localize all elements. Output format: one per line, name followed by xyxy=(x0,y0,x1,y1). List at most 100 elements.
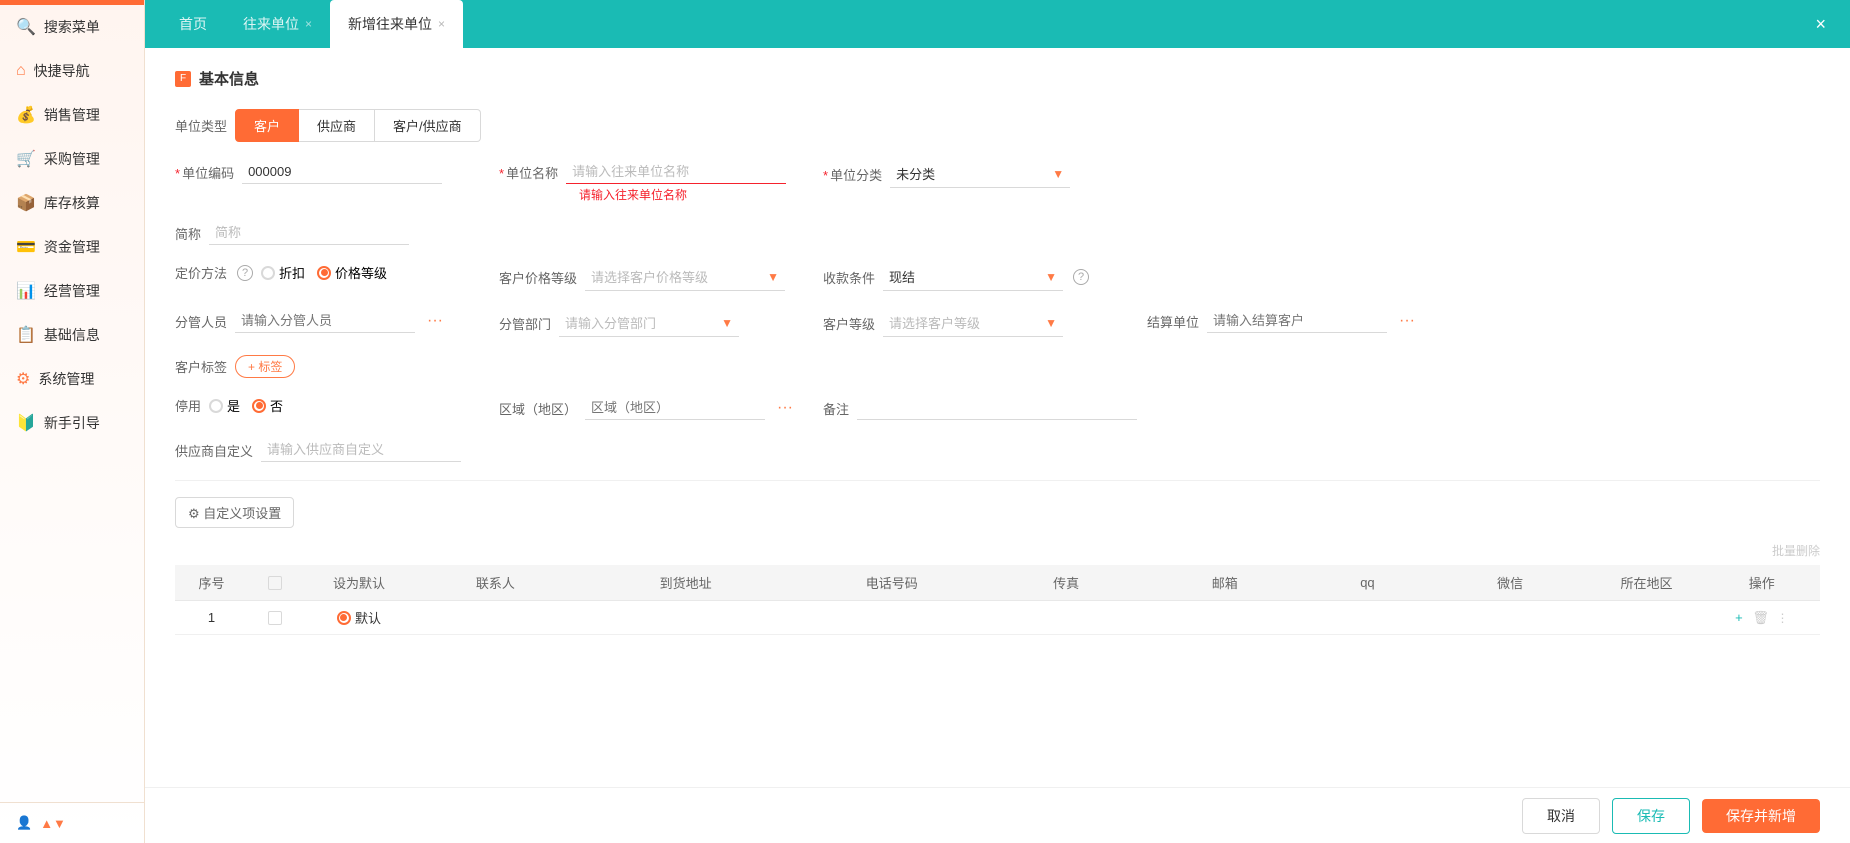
section-icon: F xyxy=(175,71,191,87)
cell-default: 默认 xyxy=(302,601,416,635)
disabled-yes-radio[interactable] xyxy=(209,399,223,413)
col-qq: qq xyxy=(1304,565,1431,601)
cell-address[interactable] xyxy=(575,601,797,635)
unit-type-buttons: 客户 供应商 客户/供应商 xyxy=(235,109,481,142)
batch-delete-button[interactable]: 批量删除 xyxy=(1772,544,1820,558)
cell-email[interactable] xyxy=(1145,601,1304,635)
sidebar-item-purchase[interactable]: 🛒 采购管理 xyxy=(0,137,144,181)
save-button[interactable]: 保存 xyxy=(1612,798,1690,834)
default-radio[interactable] xyxy=(337,611,351,625)
cancel-button[interactable]: 取消 xyxy=(1522,798,1600,834)
col-action: 操作 xyxy=(1704,565,1820,601)
sidebar-item-label: 采购管理 xyxy=(44,149,100,169)
tabbar-close-all[interactable]: × xyxy=(1807,10,1834,39)
contact-input[interactable] xyxy=(455,610,535,625)
cell-contact[interactable] xyxy=(416,601,575,635)
sidebar-item-guide[interactable]: 🔰 新手引导 xyxy=(0,401,144,445)
unit-name-label: 单位名称 xyxy=(499,163,558,182)
cell-qq[interactable] xyxy=(1304,601,1431,635)
unit-btn-supplier[interactable]: 供应商 xyxy=(299,109,375,142)
region-dots[interactable]: ··· xyxy=(773,399,797,417)
manager-input[interactable] xyxy=(235,309,423,332)
remark-input[interactable] xyxy=(857,396,1137,420)
default-radio-item[interactable]: 默认 xyxy=(312,608,406,627)
cell-fax[interactable] xyxy=(987,601,1146,635)
settlement-unit-input[interactable] xyxy=(1207,309,1395,332)
sidebar-item-system[interactable]: ⚙ 系统管理 xyxy=(0,357,144,401)
disabled-yes[interactable]: 是 xyxy=(209,396,240,415)
pricing-discount-radio[interactable] xyxy=(261,266,275,280)
main-area: 首页 往来单位 × 新增往来单位 × × F 基本信息 单位类型 客户 供应商 … xyxy=(145,0,1850,843)
unit-info-row: 单位编码 单位名称 请输入往来单位名称 单位分类 未分类 ▼ xyxy=(175,160,1820,203)
sidebar: 🔍 搜索菜单 ⌂ 快捷导航 💰 销售管理 🛒 采购管理 📦 库存核算 💳 资金管… xyxy=(0,0,145,843)
sidebar-item-label: 基础信息 xyxy=(44,325,100,345)
abbreviation-row: 简称 xyxy=(175,221,1820,245)
row-drag-btn[interactable]: ⋮ xyxy=(1776,611,1788,625)
cell-wechat[interactable] xyxy=(1431,601,1590,635)
wechat-input[interactable] xyxy=(1470,610,1550,625)
abbreviation-group: 简称 xyxy=(175,221,475,245)
tab-partner-close[interactable]: × xyxy=(305,17,312,31)
sidebar-item-sales[interactable]: 💰 销售管理 xyxy=(0,93,144,137)
pricing-price-level-radio[interactable] xyxy=(317,266,331,280)
sidebar-item-finance[interactable]: 💳 资金管理 xyxy=(0,225,144,269)
tab-new-partner[interactable]: 新增往来单位 × xyxy=(330,0,463,48)
pricing-radio-group: 折扣 价格等级 xyxy=(261,263,387,282)
custom-settings-button[interactable]: ⚙ 自定义项设置 xyxy=(175,497,294,528)
cell-phone[interactable] xyxy=(797,601,987,635)
supplier-custom-input[interactable] xyxy=(261,438,461,462)
region-input[interactable] xyxy=(585,396,773,419)
save-add-button[interactable]: 保存并新增 xyxy=(1702,799,1820,833)
unit-btn-both[interactable]: 客户/供应商 xyxy=(375,109,481,142)
row-add-btn[interactable]: + xyxy=(1735,610,1743,625)
payment-terms-value: 现结 xyxy=(889,267,915,286)
abbreviation-input[interactable] xyxy=(209,221,409,245)
row-checkbox[interactable] xyxy=(268,611,282,625)
manager-dots[interactable]: ··· xyxy=(423,312,447,330)
sidebar-user[interactable]: 👤 ▲▼ xyxy=(0,802,144,843)
sidebar-item-label: 搜索菜单 xyxy=(44,17,100,37)
pricing-help-icon[interactable]: ? xyxy=(237,265,253,281)
sidebar-item-inventory[interactable]: 📦 库存核算 xyxy=(0,181,144,225)
customer-level-select[interactable]: 请选择客户等级 ▼ xyxy=(883,309,1063,337)
sales-icon: 💰 xyxy=(16,105,36,125)
sidebar-item-operations[interactable]: 📊 经营管理 xyxy=(0,269,144,313)
payment-terms-select[interactable]: 现结 ▼ xyxy=(883,263,1063,291)
tab-partner[interactable]: 往来单位 × xyxy=(225,0,330,48)
disabled-no-radio[interactable] xyxy=(252,399,266,413)
supplier-custom-row: 供应商自定义 xyxy=(175,438,1820,462)
email-input[interactable] xyxy=(1185,610,1265,625)
unit-name-input[interactable] xyxy=(566,160,786,184)
fax-input[interactable] xyxy=(1026,610,1106,625)
address-input[interactable] xyxy=(626,610,746,625)
tab-home[interactable]: 首页 xyxy=(161,0,225,48)
unit-code-input[interactable] xyxy=(242,160,442,184)
department-select[interactable]: 请输入分管部门 ▼ xyxy=(559,309,739,337)
disabled-no[interactable]: 否 xyxy=(252,396,283,415)
region-group: 区域（地区） ··· xyxy=(499,396,799,420)
table-row: 1 默认 xyxy=(175,601,1820,635)
customer-level-label: 客户等级 xyxy=(823,314,875,333)
sidebar-item-label: 系统管理 xyxy=(38,369,94,389)
department-placeholder: 请输入分管部门 xyxy=(565,313,656,332)
cell-action: + 🗑 ⋮ xyxy=(1704,601,1820,635)
header-checkbox[interactable] xyxy=(268,576,282,590)
col-phone: 电话号码 xyxy=(797,565,987,601)
add-tag-button[interactable]: + 标签 xyxy=(235,355,295,378)
unit-category-select[interactable]: 未分类 ▼ xyxy=(890,160,1070,188)
pricing-discount[interactable]: 折扣 xyxy=(261,263,305,282)
sidebar-item-basic-info[interactable]: 📋 基础信息 xyxy=(0,313,144,357)
payment-terms-arrow: ▼ xyxy=(1045,270,1057,284)
sidebar-item-search[interactable]: 🔍 搜索菜单 xyxy=(0,5,144,49)
tab-new-partner-close[interactable]: × xyxy=(438,17,445,31)
settlement-unit-dots[interactable]: ··· xyxy=(1395,312,1419,330)
row-delete-btn[interactable]: 🗑 xyxy=(1752,610,1769,625)
phone-input[interactable] xyxy=(842,610,942,625)
qq-input[interactable] xyxy=(1337,610,1397,625)
sidebar-item-quick-nav[interactable]: ⌂ 快捷导航 xyxy=(0,49,144,93)
payment-help-icon[interactable]: ? xyxy=(1073,269,1089,285)
unit-btn-customer[interactable]: 客户 xyxy=(235,109,299,142)
customer-price-level-select[interactable]: 请选择客户价格等级 ▼ xyxy=(585,263,785,291)
region-label: 区域（地区） xyxy=(499,399,577,418)
pricing-price-level[interactable]: 价格等级 xyxy=(317,263,387,282)
